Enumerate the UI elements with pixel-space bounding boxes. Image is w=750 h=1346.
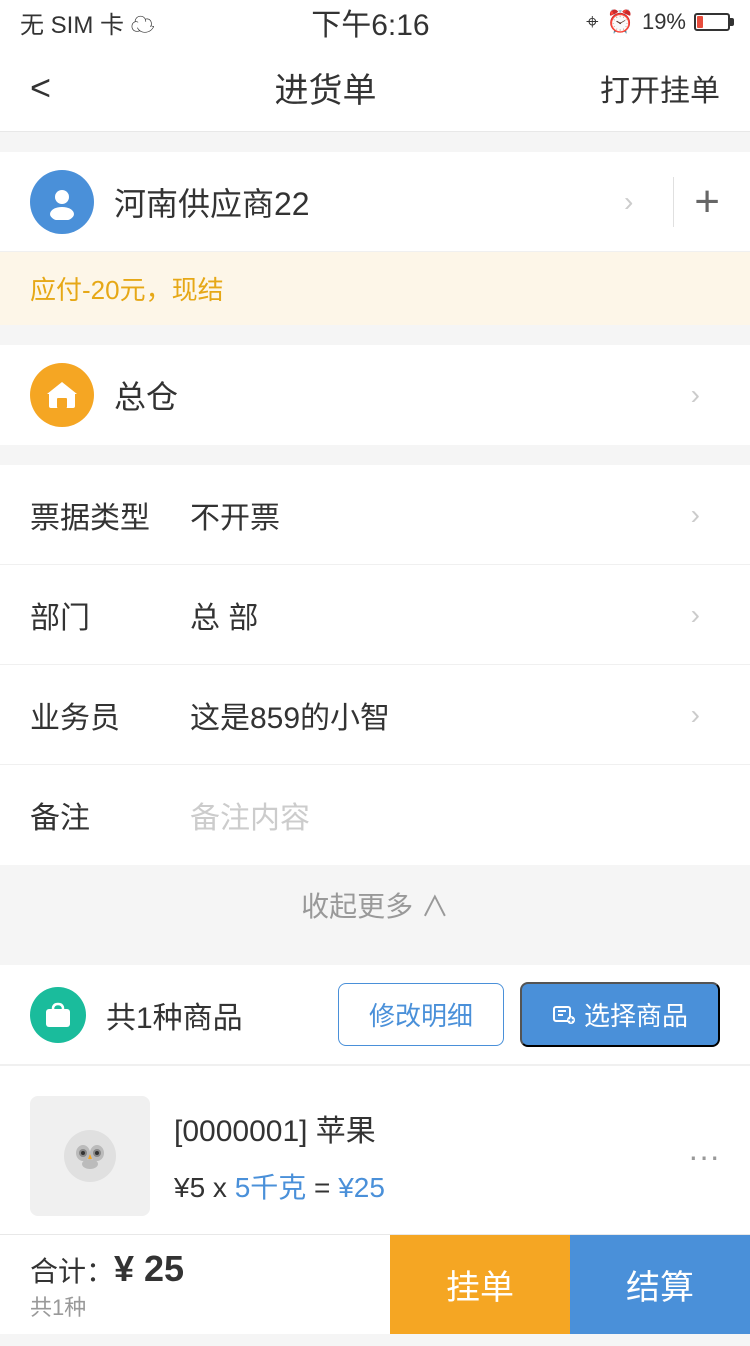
department-label: 部门	[30, 593, 170, 637]
product-item: [0000001] 苹果 ¥5 x 5千克 = ¥25 ···	[0, 1065, 750, 1246]
open-hang-button[interactable]: 打开挂单	[600, 66, 720, 110]
supplier-avatar	[30, 170, 94, 234]
nav-bar: < 进货单 打开挂单	[0, 44, 750, 132]
product-name: [0000001] 苹果	[174, 1106, 668, 1150]
department-row[interactable]: 部门 总 部 ›	[0, 565, 750, 665]
form-section: 票据类型 不开票 › 部门 总 部 › 业务员 这是859的小智 › 备注 备注…	[0, 465, 750, 865]
bottom-bar: 合计：¥ 25 共1种 挂单 结算	[0, 1234, 750, 1334]
alarm-icon: ⏰	[607, 9, 634, 35]
price-equals: =	[306, 1172, 338, 1203]
product-thumb-icon	[60, 1126, 120, 1186]
price-qty: 5千克	[235, 1172, 307, 1203]
product-count-text: 共1种商品	[106, 993, 338, 1037]
staff-value: 这是859的小智	[170, 693, 691, 737]
hang-button[interactable]: 挂单	[390, 1235, 570, 1334]
supplier-section: 河南供应商22 › + 应付-20元，现结	[0, 152, 750, 325]
select-product-icon	[552, 1003, 576, 1027]
supplier-divider	[673, 177, 674, 227]
battery-percent: 19%	[642, 9, 686, 35]
status-bar: 无 SIM 卡 ☁ 下午6:16 ⌖ ⏰ 19%	[0, 0, 750, 44]
total-amount: ¥ 25	[114, 1248, 184, 1289]
notice-text: 应付-20元，现结	[30, 275, 224, 305]
note-input[interactable]: 备注内容	[170, 793, 720, 837]
product-price: ¥5 x 5千克 = ¥25	[174, 1166, 668, 1206]
location-icon: ⌖	[586, 9, 598, 35]
staff-row[interactable]: 业务员 这是859的小智 ›	[0, 665, 750, 765]
warehouse-icon	[30, 363, 94, 427]
total-count: 共1种	[30, 1290, 360, 1322]
collapse-bar[interactable]: 收起更多 ∧	[0, 865, 750, 945]
total-line: 合计：¥ 25	[30, 1248, 360, 1290]
total-area: 合计：¥ 25 共1种	[0, 1235, 390, 1334]
product-section: 共1种商品 修改明细 选择商品	[0, 965, 750, 1246]
warehouse-row[interactable]: 总仓 ›	[0, 345, 750, 445]
invoice-row[interactable]: 票据类型 不开票 ›	[0, 465, 750, 565]
checkout-button[interactable]: 结算	[570, 1235, 750, 1334]
edit-detail-button[interactable]: 修改明细	[338, 983, 504, 1046]
product-count-icon	[30, 987, 86, 1043]
total-label: 合计：	[30, 1256, 114, 1287]
add-supplier-button[interactable]: +	[694, 177, 720, 227]
supplier-name: 河南供应商22	[114, 179, 624, 225]
collapse-label: 收起更多 ∧	[301, 885, 449, 925]
product-more-button[interactable]: ···	[668, 1138, 720, 1175]
bag-icon	[42, 999, 74, 1031]
price-base: ¥5 x	[174, 1172, 235, 1203]
page-title: 进货单	[275, 63, 377, 112]
product-thumbnail	[30, 1096, 150, 1216]
person-icon	[44, 184, 80, 220]
status-time: 下午6:16	[311, 0, 429, 44]
warehouse-svg	[45, 378, 79, 412]
invoice-chevron-icon: ›	[691, 499, 700, 531]
department-chevron-icon: ›	[691, 599, 700, 631]
note-label: 备注	[30, 793, 170, 837]
warehouse-name: 总仓	[114, 372, 691, 418]
invoice-value: 不开票	[170, 493, 691, 537]
status-left: 无 SIM 卡 ☁	[20, 5, 155, 40]
warehouse-chevron-icon: ›	[691, 379, 700, 411]
back-button[interactable]: <	[30, 67, 51, 109]
price-total: ¥25	[338, 1172, 385, 1203]
staff-chevron-icon: ›	[691, 699, 700, 731]
select-product-button[interactable]: 选择商品	[520, 982, 720, 1047]
invoice-label: 票据类型	[30, 493, 170, 537]
staff-label: 业务员	[30, 693, 170, 737]
product-info: [0000001] 苹果 ¥5 x 5千克 = ¥25	[174, 1106, 668, 1206]
department-value: 总 部	[170, 593, 691, 637]
supplier-chevron-icon: ›	[624, 186, 633, 218]
warehouse-section: 总仓 ›	[0, 345, 750, 445]
select-product-label: 选择商品	[584, 996, 688, 1033]
battery-icon	[694, 13, 730, 31]
sim-text: 无 SIM 卡 ☁	[20, 5, 155, 40]
supplier-row[interactable]: 河南供应商22 › +	[0, 152, 750, 252]
notice-bar: 应付-20元，现结	[0, 252, 750, 325]
note-row[interactable]: 备注 备注内容	[0, 765, 750, 865]
product-header: 共1种商品 修改明细 选择商品	[0, 965, 750, 1065]
status-right: ⌖ ⏰ 19%	[586, 9, 730, 35]
